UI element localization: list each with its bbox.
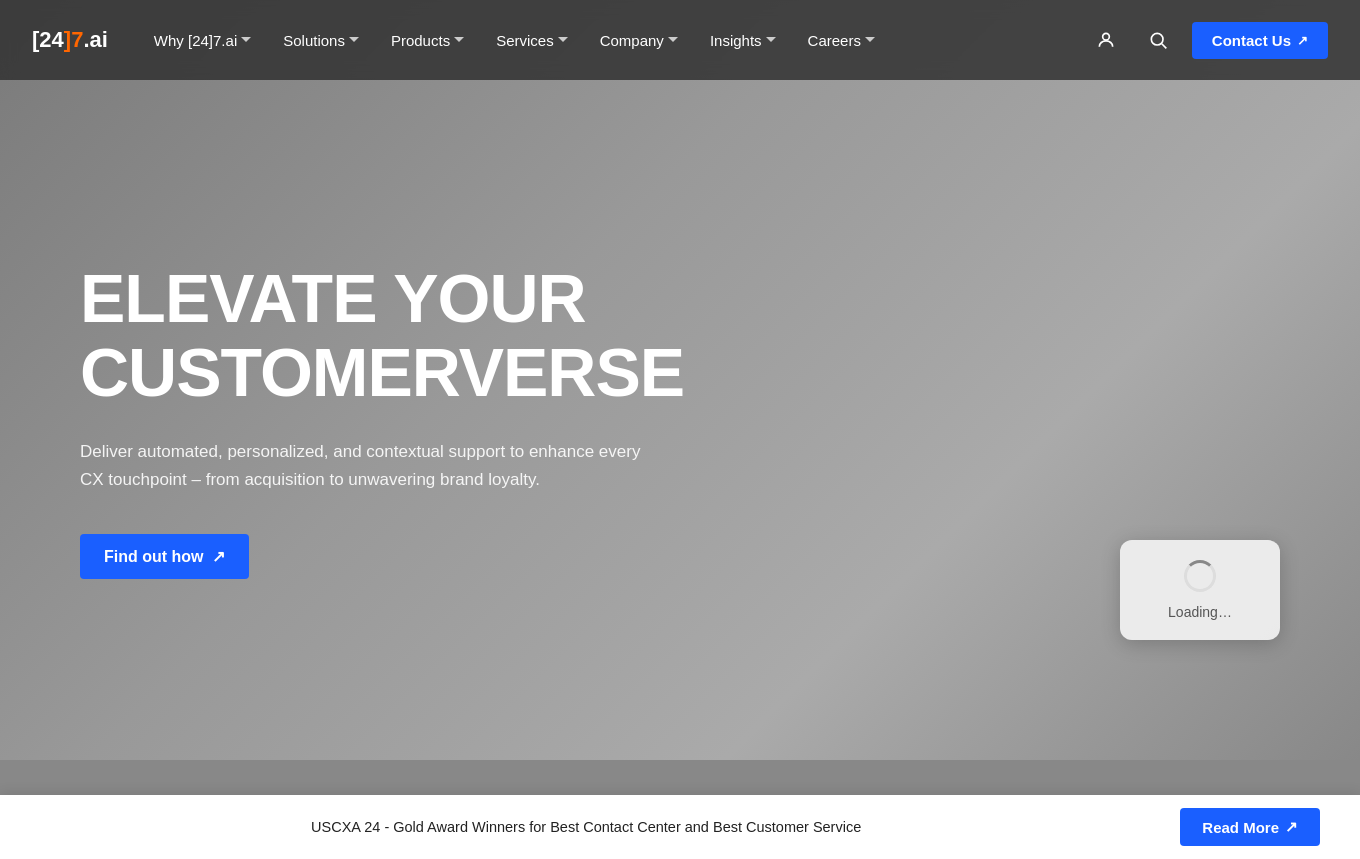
logo-bracket: [ <box>32 27 39 53</box>
svg-point-1 <box>1151 33 1163 45</box>
logo[interactable]: [ 24 ]7 .ai <box>32 27 108 53</box>
navbar: [ 24 ]7 .ai Why [24]7.ai Solutions Produ… <box>0 0 1360 80</box>
nav-item-careers[interactable]: Careers <box>794 24 889 57</box>
navbar-actions: Contact Us ↗ <box>1088 22 1328 59</box>
award-text: USCXA 24 - Gold Award Winners for Best C… <box>40 819 1132 835</box>
chevron-down-icon <box>865 37 875 43</box>
hero-title: ELEVATE YOUR CUSTOMERVERSE <box>80 261 684 411</box>
loading-widget: Loading… <box>1120 540 1280 640</box>
logo-24: 24 <box>39 27 63 53</box>
nav-item-insights[interactable]: Insights <box>696 24 790 57</box>
bottom-bar: USCXA 24 - Gold Award Winners for Best C… <box>0 795 1360 859</box>
logo-7: ]7 <box>64 27 84 53</box>
chevron-down-icon <box>241 37 251 43</box>
nav-item-solutions[interactable]: Solutions <box>269 24 373 57</box>
svg-line-2 <box>1162 44 1167 49</box>
nav-item-products[interactable]: Products <box>377 24 478 57</box>
navbar-nav: Why [24]7.ai Solutions Products Services… <box>140 24 1088 57</box>
chevron-down-icon <box>668 37 678 43</box>
nav-item-company[interactable]: Company <box>586 24 692 57</box>
chevron-down-icon <box>766 37 776 43</box>
user-account-button[interactable] <box>1088 22 1124 58</box>
arrow-icon: ↗ <box>212 547 225 566</box>
user-icon <box>1096 30 1116 50</box>
logo-ai: .ai <box>83 27 107 53</box>
contact-us-button[interactable]: Contact Us ↗ <box>1192 22 1328 59</box>
nav-item-services[interactable]: Services <box>482 24 582 57</box>
find-out-how-button[interactable]: Find out how ↗ <box>80 534 249 579</box>
read-more-button[interactable]: Read More ↗ <box>1180 808 1320 846</box>
chevron-down-icon <box>349 37 359 43</box>
nav-item-why[interactable]: Why [24]7.ai <box>140 24 265 57</box>
arrow-icon: ↗ <box>1297 33 1308 48</box>
chevron-down-icon <box>454 37 464 43</box>
loading-spinner <box>1184 560 1216 592</box>
arrow-icon: ↗ <box>1285 818 1298 836</box>
hero-content: ELEVATE YOUR CUSTOMERVERSE Deliver autom… <box>80 261 684 580</box>
loading-text: Loading… <box>1168 604 1232 620</box>
chevron-down-icon <box>558 37 568 43</box>
search-button[interactable] <box>1140 22 1176 58</box>
svg-point-0 <box>1102 33 1109 40</box>
search-icon <box>1148 30 1168 50</box>
hero-section: ELEVATE YOUR CUSTOMERVERSE Deliver autom… <box>0 0 1360 760</box>
hero-subtitle: Deliver automated, personalized, and con… <box>80 438 660 494</box>
